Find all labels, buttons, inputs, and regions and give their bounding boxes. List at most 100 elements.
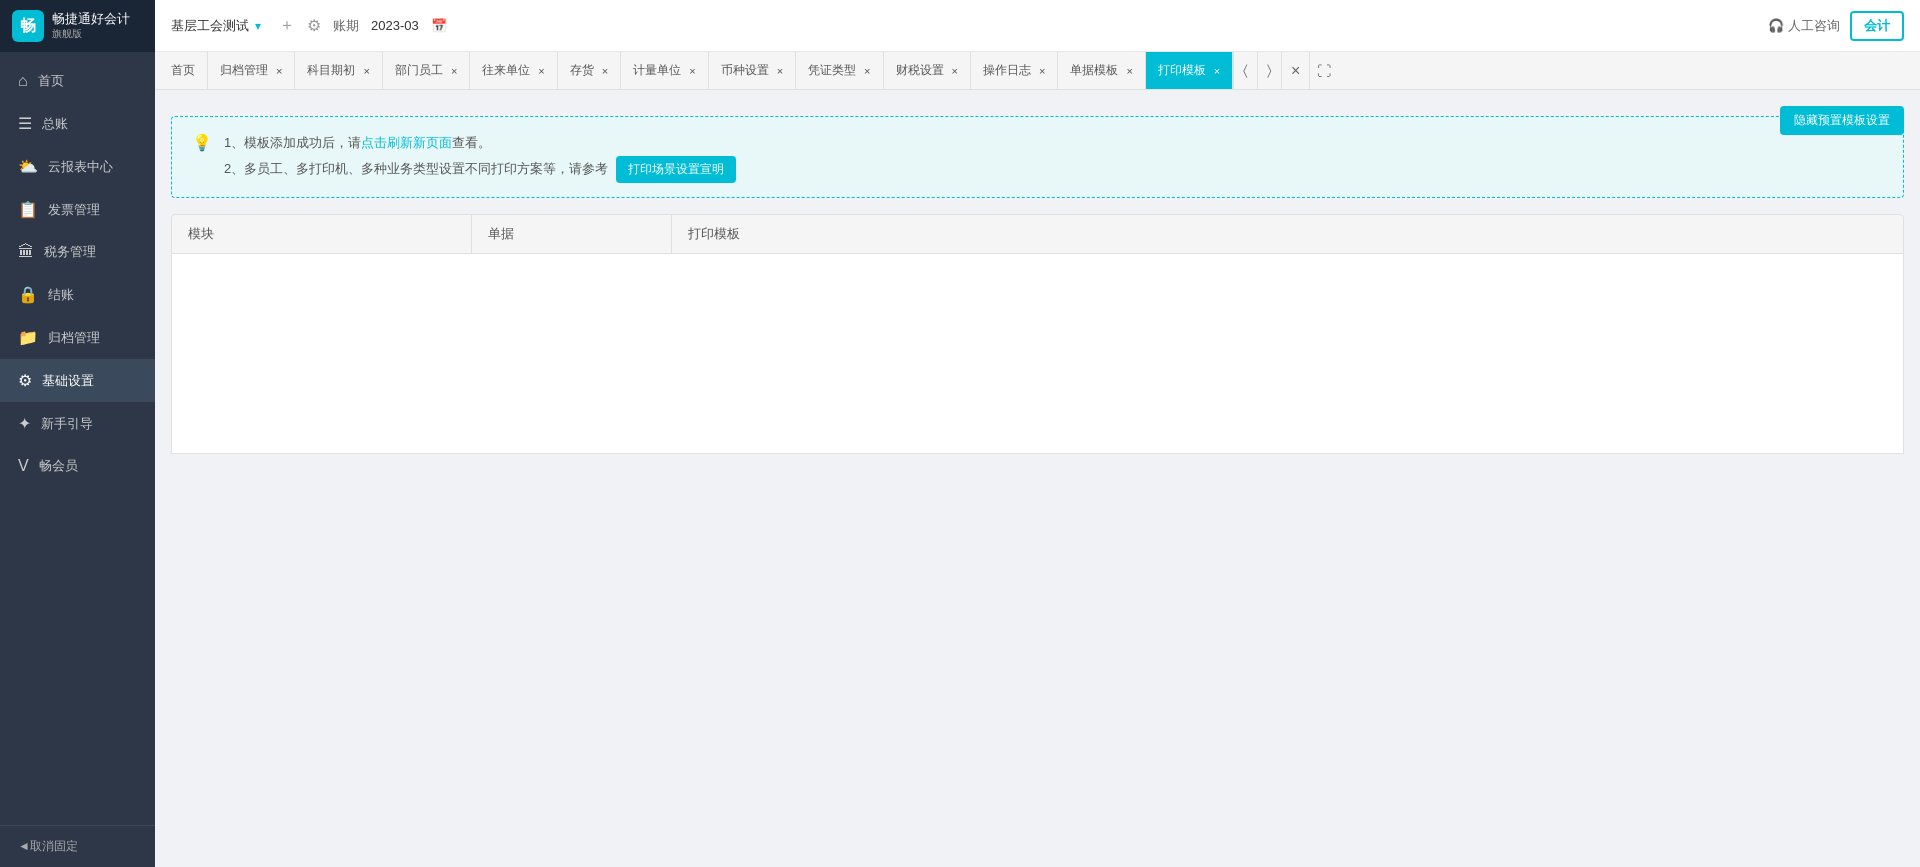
tab-close-measure[interactable]: ×: [689, 65, 695, 77]
tab-print-template[interactable]: 打印模板 ×: [1146, 52, 1233, 90]
tab-close-archive[interactable]: ×: [276, 65, 282, 77]
add-tab-btn[interactable]: ＋: [279, 15, 295, 36]
info-line1-prefix: 1、模板添加成功后，请: [224, 135, 361, 150]
sidebar-label-guide: 新手引导: [41, 415, 93, 433]
logo-icon: 畅: [12, 10, 44, 42]
sidebar-label-invoice: 发票管理: [48, 201, 100, 219]
period-label: 账期: [333, 17, 359, 35]
invoice-icon: 📋: [18, 200, 38, 219]
tab-close-all-btn[interactable]: ×: [1281, 52, 1309, 90]
tab-voucher-type[interactable]: 凭证类型 ×: [796, 52, 883, 90]
sidebar-item-tax[interactable]: 🏛 税务管理: [0, 231, 155, 273]
sidebar-label-member: 畅会员: [39, 457, 78, 475]
company-chevron-icon: ▾: [255, 19, 261, 33]
company-name: 基层工会测试: [171, 17, 249, 35]
tab-close-single[interactable]: ×: [1126, 65, 1132, 77]
tab-close-inventory[interactable]: ×: [602, 65, 608, 77]
tab-subject-init[interactable]: 科目期初 ×: [295, 52, 382, 90]
table-header: 模块 单据 打印模板: [171, 214, 1904, 254]
tab-close-currency[interactable]: ×: [777, 65, 783, 77]
sidebar-item-home[interactable]: ⌂ 首页: [0, 60, 155, 102]
tab-close-subject[interactable]: ×: [363, 65, 369, 77]
sidebar-item-archive[interactable]: 📁 归档管理: [0, 316, 155, 359]
tab-close-contacts[interactable]: ×: [538, 65, 544, 77]
tab-label-subject: 科目期初: [307, 62, 355, 79]
kuaiji-btn[interactable]: 会计: [1850, 11, 1904, 41]
sidebar-label-archive: 归档管理: [48, 329, 100, 347]
tab-tax-settings[interactable]: 财税设置 ×: [884, 52, 971, 90]
col-header-template: 打印模板: [672, 215, 1903, 253]
tab-prev-btn[interactable]: 〈: [1233, 52, 1257, 90]
tab-home[interactable]: 首页: [159, 52, 208, 90]
print-explain-btn[interactable]: 打印场景设置宣明: [616, 156, 736, 183]
tab-measure-unit[interactable]: 计量单位 ×: [621, 52, 708, 90]
info-line1: 1、模板添加成功后，请点击刷新新页面查看。: [224, 131, 736, 156]
sidebar-nav: ⌂ 首页 ☰ 总账 ⛅ 云报表中心 📋 发票管理 🏛 税务管理 🔒 结账 📁 归…: [0, 52, 155, 825]
sidebar-item-ledger[interactable]: ☰ 总账: [0, 102, 155, 145]
tab-close-tax[interactable]: ×: [952, 65, 958, 77]
tab-close-voucher[interactable]: ×: [864, 65, 870, 77]
sidebar-label-settings: 基础设置: [42, 372, 94, 390]
topbar-right: 🎧 人工咨询 会计: [1768, 11, 1904, 41]
tab-close-dept[interactable]: ×: [451, 65, 457, 77]
tab-label-dept: 部门员工: [395, 62, 443, 79]
settings-gear-icon[interactable]: ⚙: [307, 16, 321, 35]
calendar-icon[interactable]: 📅: [431, 18, 447, 33]
sidebar-item-settings[interactable]: ⚙ 基础设置: [0, 359, 155, 402]
sidebar-label-report: 云报表中心: [48, 158, 113, 176]
sidebar-label-ledger: 总账: [42, 115, 68, 133]
settings-icon: ⚙: [18, 371, 32, 390]
company-selector[interactable]: 基层工会测试 ▾: [171, 17, 261, 35]
home-icon: ⌂: [18, 72, 28, 90]
tab-dept-staff[interactable]: 部门员工 ×: [383, 52, 470, 90]
info-line2-prefix: 2、多员工、多打印机、多种业务类型设置不同打印方案等，请参考: [224, 161, 608, 176]
report-icon: ⛅: [18, 157, 38, 176]
app-logo: 畅 畅捷通好会计 旗舰版: [0, 0, 155, 52]
sidebar-item-member[interactable]: V 畅会员: [0, 445, 155, 487]
sidebar-label-close: 结账: [48, 286, 74, 304]
tab-inventory[interactable]: 存货 ×: [558, 52, 621, 90]
sidebar-item-guide[interactable]: ✦ 新手引导: [0, 402, 155, 445]
main-area: 基层工会测试 ▾ ＋ ⚙ 账期 2023-03 📅 🎧 人工咨询 会计 首页 归…: [155, 0, 1920, 867]
tab-single-form[interactable]: 单据模板 ×: [1058, 52, 1145, 90]
print-template-table: 模块 单据 打印模板: [171, 214, 1904, 454]
ledger-icon: ☰: [18, 114, 32, 133]
sidebar-unpin-btn[interactable]: ◄取消固定: [0, 825, 155, 867]
tab-next-btn[interactable]: 〉: [1257, 52, 1281, 90]
tab-bar: 首页 归档管理 × 科目期初 × 部门员工 × 往来单位 × 存货 × 计量单位…: [155, 52, 1920, 90]
tab-label-archive: 归档管理: [220, 62, 268, 79]
tab-label-voucher: 凭证类型: [808, 62, 856, 79]
sidebar-item-report[interactable]: ⛅ 云报表中心: [0, 145, 155, 188]
archive-icon: 📁: [18, 328, 38, 347]
sidebar-item-close[interactable]: 🔒 结账: [0, 273, 155, 316]
tab-archive-mgmt[interactable]: 归档管理 ×: [208, 52, 295, 90]
guide-icon: ✦: [18, 414, 31, 433]
logo-title: 畅捷通好会计: [52, 11, 130, 28]
headset-icon: 🎧: [1768, 18, 1784, 33]
sidebar: 畅 畅捷通好会计 旗舰版 ⌂ 首页 ☰ 总账 ⛅ 云报表中心 📋 发票管理 🏛 …: [0, 0, 155, 867]
tab-close-oplog[interactable]: ×: [1039, 65, 1045, 77]
tab-currency[interactable]: 币种设置 ×: [709, 52, 796, 90]
col-header-single: 单据: [472, 215, 672, 253]
sidebar-item-invoice[interactable]: 📋 发票管理: [0, 188, 155, 231]
logo-sub: 旗舰版: [52, 27, 130, 41]
tab-contacts[interactable]: 往来单位 ×: [470, 52, 557, 90]
info-box: 💡 1、模板添加成功后，请点击刷新新页面查看。 2、多员工、多打印机、多种业务类…: [171, 116, 1904, 198]
tab-label-contacts: 往来单位: [482, 62, 530, 79]
close-period-icon: 🔒: [18, 285, 38, 304]
col-header-module: 模块: [172, 215, 472, 253]
info-line2: 2、多员工、多打印机、多种业务类型设置不同打印方案等，请参考 打印场景设置宣明: [224, 156, 736, 183]
hide-template-btn[interactable]: 隐藏预置模板设置: [1780, 106, 1904, 135]
topbar-actions: ＋ ⚙ 账期 2023-03 📅: [279, 15, 447, 36]
tax-icon: 🏛: [18, 243, 34, 261]
tab-op-log[interactable]: 操作日志 ×: [971, 52, 1058, 90]
sidebar-label-tax: 税务管理: [44, 243, 96, 261]
tab-maximize-btn[interactable]: ⛶: [1309, 52, 1337, 90]
tab-label-currency: 币种设置: [721, 62, 769, 79]
tab-close-print[interactable]: ×: [1214, 65, 1220, 77]
info-line1-suffix: 查看。: [452, 135, 491, 150]
tab-label-print: 打印模板: [1158, 62, 1206, 79]
help-btn[interactable]: 🎧 人工咨询: [1768, 17, 1840, 35]
tab-label-inventory: 存货: [570, 62, 594, 79]
info-refresh-link[interactable]: 点击刷新新页面: [361, 135, 452, 150]
